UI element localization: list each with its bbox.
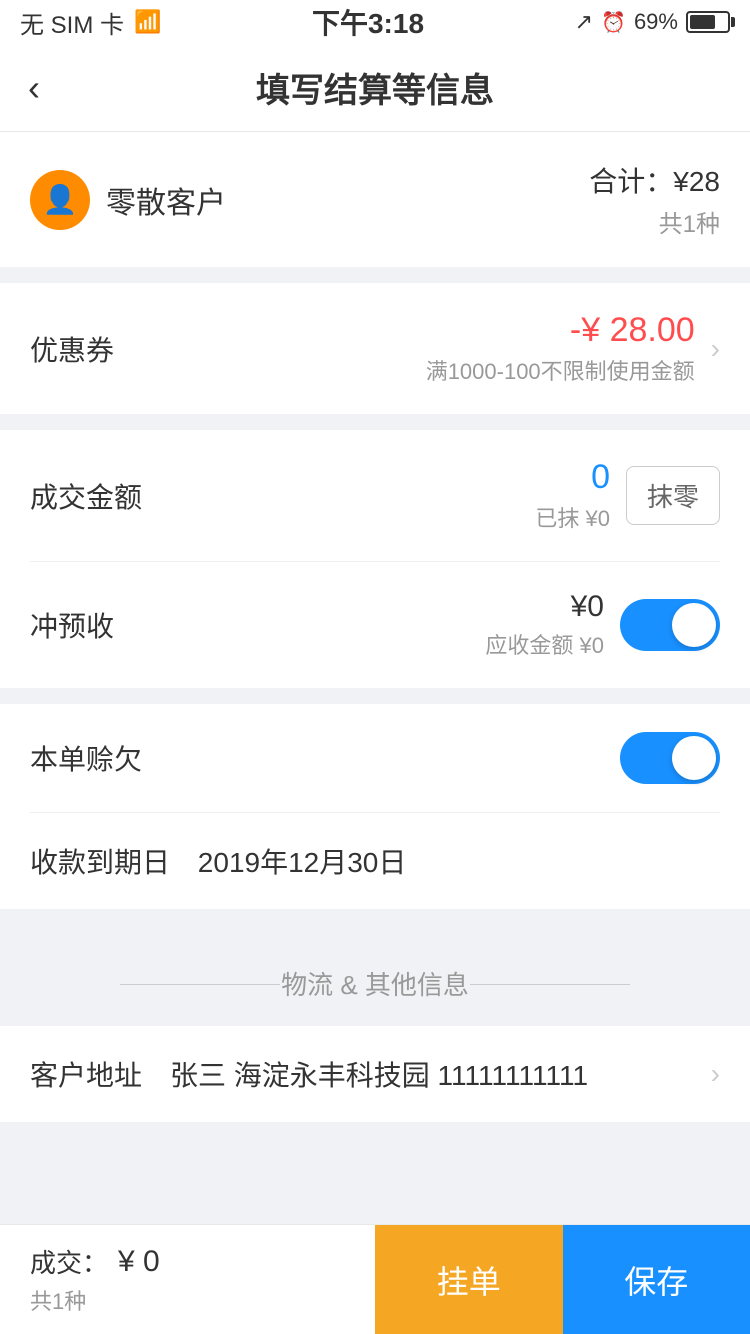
status-right: ↗ ⏰ 69% <box>575 9 730 35</box>
debt-section: 本单赊欠 收款到期日 2019年12月30日 <box>0 704 750 909</box>
bottom-deal-amount: ¥ 0 <box>118 1245 160 1279</box>
battery-fill <box>690 15 715 29</box>
prepay-right: ¥0 应收金额 ¥0 <box>114 590 720 660</box>
due-date-row: 收款到期日 2019年12月30日 <box>0 813 750 909</box>
status-time: 下午3:18 <box>312 2 424 42</box>
due-date-label: 收款到期日 <box>30 847 170 878</box>
status-left: 无 SIM 卡 📶 <box>20 5 161 40</box>
deal-amount-row: 成交金额 0 已抹 ¥0 抹零 <box>0 430 750 561</box>
address-label: 客户地址 <box>30 1054 150 1094</box>
debt-row: 本单赊欠 <box>0 704 750 812</box>
customer-left: 👤 零散客户 <box>30 170 226 230</box>
deal-amount-value: 0 <box>535 458 610 497</box>
battery-icon <box>686 11 730 33</box>
prepay-value-wrap: ¥0 应收金额 ¥0 <box>485 590 604 660</box>
battery-percent: 69% <box>634 9 678 35</box>
bottom-deal-label: 成交： <box>30 1243 108 1280</box>
hang-button[interactable]: 挂单 <box>375 1225 563 1334</box>
bottom-bar: 成交： ¥ 0 共1种 挂单 保存 <box>0 1224 750 1334</box>
prepay-desc: 应收金额 ¥0 <box>485 628 604 660</box>
bottom-deal: 成交： ¥ 0 <box>30 1243 345 1280</box>
prepay-row: 冲预收 ¥0 应收金额 ¥0 <box>0 562 750 688</box>
debt-toggle[interactable] <box>620 732 720 784</box>
address-value: 张三 海淀永丰科技园 11111111111 <box>170 1054 691 1094</box>
page-title: 填写结算等信息 <box>256 63 494 112</box>
status-bar: 无 SIM 卡 📶 下午3:18 ↗ ⏰ 69% <box>0 0 750 44</box>
deal-amount-value-wrap: 0 已抹 ¥0 <box>535 458 610 533</box>
prepay-amount: ¥0 <box>485 590 604 624</box>
deal-amount-label: 成交金额 <box>30 476 142 516</box>
logistics-header-text: 物流 & 其他信息 <box>281 970 469 1000</box>
coupon-section[interactable]: 优惠券 -¥ 28.00 满1000-100不限制使用金额 › <box>0 283 750 414</box>
address-row[interactable]: 客户地址 张三 海淀永丰科技园 11111111111 › <box>0 1026 750 1122</box>
wifi-icon: 📶 <box>134 9 161 35</box>
prepay-label: 冲预收 <box>30 605 114 645</box>
already-rounded: 已抹 ¥0 <box>535 501 610 533</box>
coupon-desc: 满1000-100不限制使用金额 <box>426 354 695 386</box>
address-section[interactable]: 客户地址 张三 海淀永丰科技园 11111111111 › <box>0 1026 750 1122</box>
avatar: 👤 <box>30 170 90 230</box>
customer-name: 零散客户 <box>106 178 226 222</box>
coupon-value-wrap: -¥ 28.00 满1000-100不限制使用金额 <box>426 311 695 386</box>
bottom-count: 共1种 <box>30 1284 345 1316</box>
avatar-icon: 👤 <box>43 183 78 216</box>
location-icon: ↗ <box>575 9 593 35</box>
address-chevron-icon: › <box>711 1058 720 1090</box>
coupon-label: 优惠券 <box>30 329 114 369</box>
debt-label: 本单赊欠 <box>30 738 142 778</box>
logistics-header: 物流 & 其他信息 <box>0 941 750 1026</box>
customer-right: 合计：¥28 共1种 <box>589 160 720 239</box>
debt-right <box>142 732 720 784</box>
total-amount: 合计：¥28 <box>589 160 720 200</box>
customer-row: 👤 零散客户 合计：¥28 共1种 <box>0 132 750 267</box>
round-button[interactable]: 抹零 <box>626 466 720 525</box>
customer-section: 👤 零散客户 合计：¥28 共1种 <box>0 132 750 267</box>
deal-amount-right: 0 已抹 ¥0 抹零 <box>535 458 720 533</box>
coupon-amount: -¥ 28.00 <box>426 311 695 350</box>
save-button[interactable]: 保存 <box>563 1225 750 1334</box>
nav-bar: ‹ 填写结算等信息 <box>0 44 750 132</box>
back-button[interactable]: ‹ <box>28 67 40 109</box>
alarm-icon: ⏰ <box>601 10 626 35</box>
sim-text: 无 SIM 卡 <box>20 5 124 40</box>
chevron-right-icon: › <box>711 333 720 365</box>
transaction-section: 成交金额 0 已抹 ¥0 抹零 冲预收 ¥0 应收金额 ¥0 <box>0 430 750 688</box>
section-gap <box>0 925 750 941</box>
content: 👤 零散客户 合计：¥28 共1种 优惠券 -¥ 28.00 满1000-100… <box>0 132 750 1258</box>
coupon-right: -¥ 28.00 满1000-100不限制使用金额 › <box>114 311 720 386</box>
coupon-row[interactable]: 优惠券 -¥ 28.00 满1000-100不限制使用金额 › <box>0 283 750 414</box>
due-date-value: 2019年12月30日 <box>198 847 407 878</box>
bottom-info: 成交： ¥ 0 共1种 <box>0 1225 375 1334</box>
prepay-toggle[interactable] <box>620 599 720 651</box>
total-count: 共1种 <box>589 204 720 239</box>
